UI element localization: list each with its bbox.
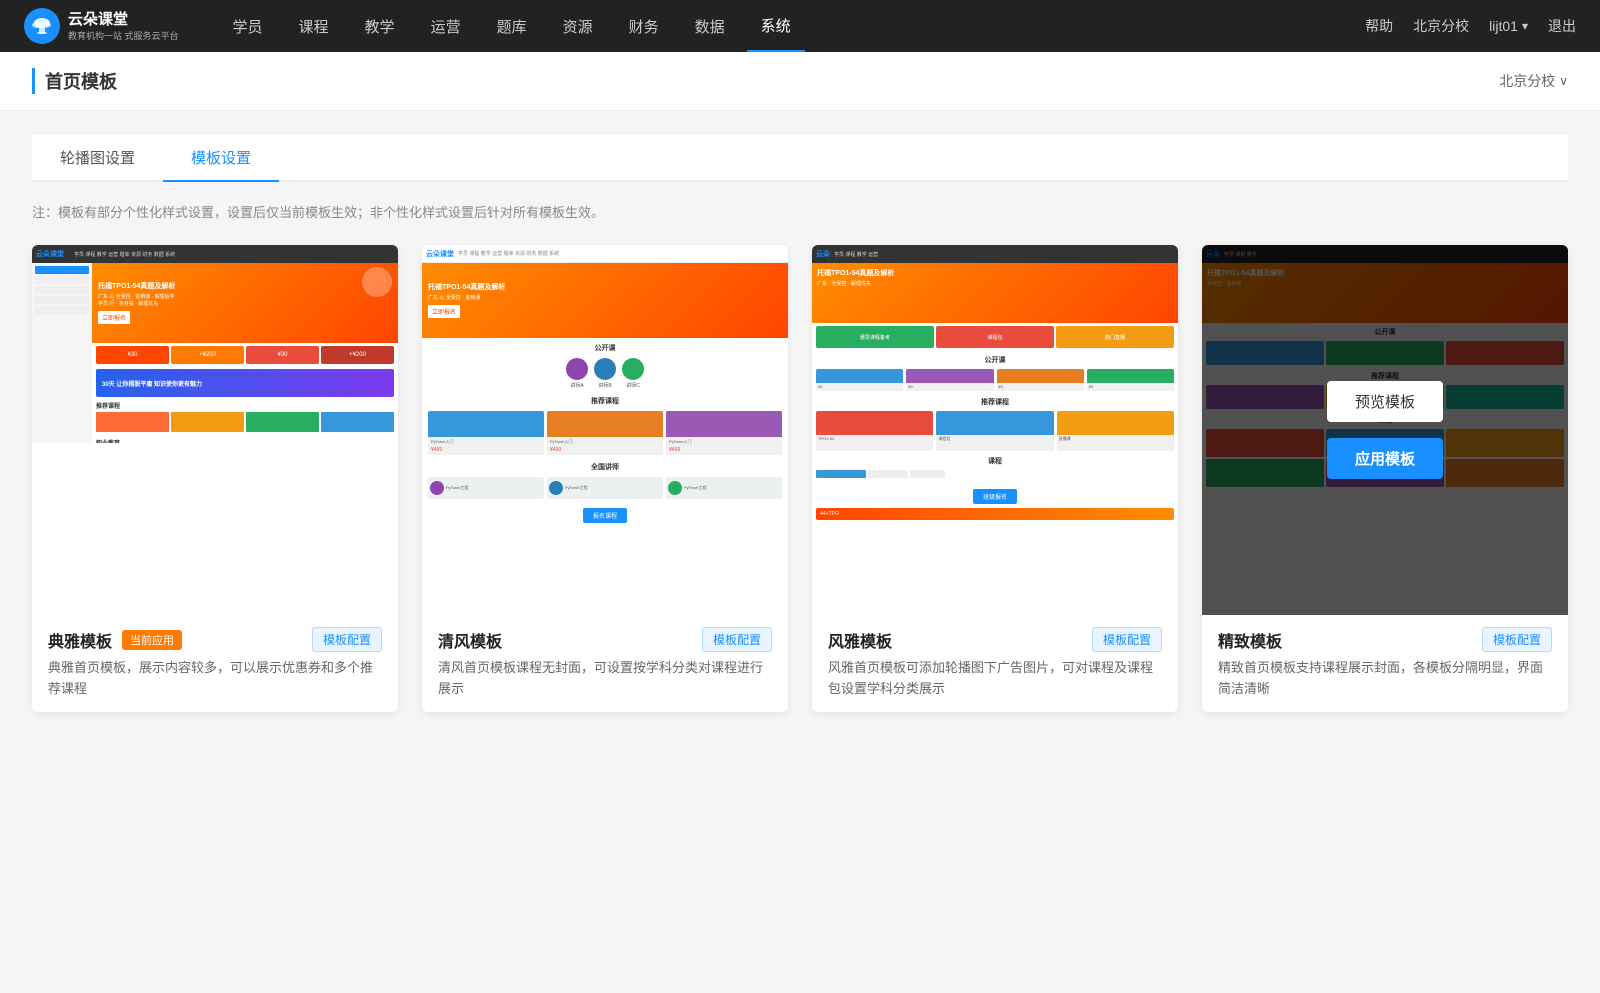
template-desc-2: 清风首页模板课程无封面，可设置按学科分类对课程进行展示 [438,658,772,700]
template-desc-3: 风雅首页模板可添加轮播图下广告图片，可对课程及课程包设置学科分类展示 [828,658,1162,700]
config-button-3[interactable]: 模板配置 [1092,627,1162,652]
template-card-2: 云朵课堂 学员 课程 教学 运营 题库 资源 财务 数据 系统 托福TPO1-5… [422,245,788,712]
nav-item-students[interactable]: 学员 [219,0,277,52]
nav-menu: 学员 课程 教学 运营 题库 资源 财务 数据 系统 [219,0,1366,52]
logo: 云朵课堂 教育机构一站 式服务云平台 [24,8,179,44]
template-name-2: 清风模板 [438,628,502,652]
nav-item-questions[interactable]: 题库 [483,0,541,52]
branch-selector-header[interactable]: 北京分校 [1499,71,1568,91]
current-badge-1: 当前应用 [122,630,182,650]
branch-selector[interactable]: 北京分校 [1413,16,1469,36]
page-header: 首页模板 北京分校 [0,52,1600,111]
user-menu[interactable]: lijt01 [1489,18,1528,34]
template-name-4: 精致模板 [1218,628,1282,652]
main-nav: 云朵课堂 教育机构一站 式服务云平台 学员 课程 教学 运营 题库 资源 财务 … [0,0,1600,52]
template-name-3: 风雅模板 [828,628,892,652]
template-footer-4: 精致模板 模板配置 精致首页模板支持课程展示封面，各模板分隔明显，界面简洁清晰 [1202,615,1568,712]
config-button-1[interactable]: 模板配置 [312,627,382,652]
template-footer-2: 清风模板 模板配置 清风首页模板课程无封面，可设置按学科分类对课程进行展示 [422,615,788,712]
templates-grid: 云朵课堂 学员 课程 教学 运营 题库 资源 财务 数据 系统 [32,245,1568,712]
nav-item-resources[interactable]: 资源 [549,0,607,52]
template-card-3: 云朵 学员 课程 教学 运营 托福TPO1-54真题及解析 广东 · 全受控 ·… [812,245,1178,712]
nav-item-teaching[interactable]: 教学 [351,0,409,52]
template-preview-1: 云朵课堂 学员 课程 教学 运营 题库 资源 财务 数据 系统 [32,245,398,615]
tab-banner[interactable]: 轮播图设置 [32,135,163,182]
preview-button-4[interactable]: 预览模板 [1327,381,1443,422]
tabs-container: 轮播图设置 模板设置 [32,135,1568,182]
nav-item-finance[interactable]: 财务 [615,0,673,52]
nav-item-operations[interactable]: 运营 [417,0,475,52]
nav-item-system[interactable]: 系统 [747,0,805,52]
logo-icon [24,8,60,44]
template-card-4: 云朵 学员 课程 教学 托福TPO1-54真题及解析 全受控 · 金精通 公开课 [1202,245,1568,712]
template-preview-4: 云朵 学员 课程 教学 托福TPO1-54真题及解析 全受控 · 金精通 公开课 [1202,245,1568,615]
config-button-2[interactable]: 模板配置 [702,627,772,652]
template-preview-2: 云朵课堂 学员 课程 教学 运营 题库 资源 财务 数据 系统 托福TPO1-5… [422,245,788,615]
page-title: 首页模板 [32,68,117,94]
template-desc-1: 典雅首页模板，展示内容较多，可以展示优惠券和多个推荐课程 [48,658,382,700]
logo-text: 云朵课堂 教育机构一站 式服务云平台 [68,9,179,43]
main-content: 轮播图设置 模板设置 注：模板有部分个性化样式设置，设置后仅当前模板生效；非个性… [0,111,1600,993]
nav-item-data[interactable]: 数据 [681,0,739,52]
template-desc-4: 精致首页模板支持课程展示封面，各模板分隔明显，界面简洁清晰 [1218,658,1552,700]
template-overlay-4: 预览模板 应用模板 [1202,245,1568,615]
tab-template[interactable]: 模板设置 [163,135,279,182]
template-preview-3: 云朵 学员 课程 教学 运营 托福TPO1-54真题及解析 广东 · 全受控 ·… [812,245,1178,615]
nav-item-courses[interactable]: 课程 [285,0,343,52]
apply-button-4[interactable]: 应用模板 [1327,438,1443,479]
template-footer-3: 风雅模板 模板配置 风雅首页模板可添加轮播图下广告图片，可对课程及课程包设置学科… [812,615,1178,712]
config-button-4[interactable]: 模板配置 [1482,627,1552,652]
logout-button[interactable]: 退出 [1548,16,1576,36]
help-link[interactable]: 帮助 [1365,16,1393,36]
nav-right: 帮助 北京分校 lijt01 退出 [1365,16,1576,36]
template-name-1: 典雅模板 [48,628,112,652]
template-card-1: 云朵课堂 学员 课程 教学 运营 题库 资源 财务 数据 系统 [32,245,398,712]
template-note: 注：模板有部分个性化样式设置，设置后仅当前模板生效；非个性化样式设置后针对所有模… [32,202,1568,221]
template-footer-1: 典雅模板 当前应用 模板配置 典雅首页模板，展示内容较多，可以展示优惠券和多个推… [32,615,398,712]
